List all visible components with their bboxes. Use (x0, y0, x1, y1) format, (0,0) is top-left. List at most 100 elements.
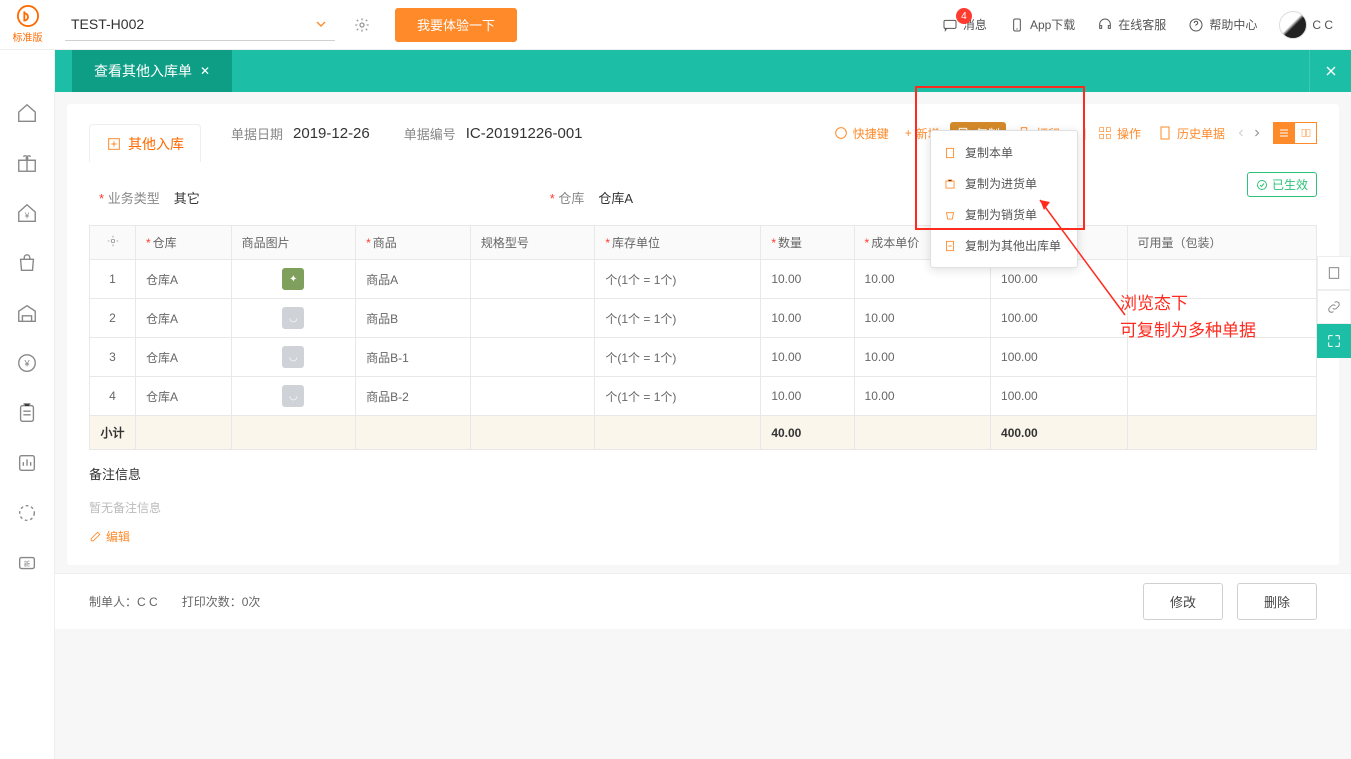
float-expand-button[interactable] (1317, 324, 1351, 358)
wh-label: 仓库 (558, 191, 584, 206)
wallet-icon[interactable]: ¥ (16, 352, 38, 374)
history-button[interactable]: 历史单据 (1151, 122, 1231, 145)
remarks-title: 备注信息 (89, 464, 1317, 483)
gift-icon[interactable] (16, 152, 38, 174)
copy-this-doc[interactable]: 复制本单 (931, 137, 1077, 168)
col-gear[interactable] (90, 226, 136, 260)
view-toggle (1273, 122, 1317, 144)
check-circle-icon (1256, 179, 1268, 191)
table-row[interactable]: 2仓库A◡商品B个(1个 = 1个)10.0010.00100.00 (90, 299, 1317, 338)
tabs-bar: 首页 查看其他入库单 ✕ (0, 50, 1351, 92)
message-icon (942, 17, 958, 33)
app-download-link[interactable]: App下载 (1009, 16, 1075, 33)
logo[interactable]: 标准版 (0, 5, 55, 44)
product-thumb: ◡ (282, 346, 304, 368)
gear-icon (354, 17, 370, 33)
operations-button[interactable]: 操作 (1091, 122, 1147, 145)
list-icon (1278, 127, 1290, 139)
status-badge: 已生效 (1247, 172, 1317, 197)
operations-label: 操作 (1117, 125, 1141, 142)
company-name: TEST-H002 (71, 16, 144, 32)
copy-as-other-out[interactable]: 复制为其他出库单 (931, 230, 1077, 261)
edit-icon (89, 530, 102, 543)
card-icon (1300, 127, 1312, 139)
copy-as-sale[interactable]: 复制为销货单 (931, 199, 1077, 230)
table-row[interactable]: 1仓库A✦商品A个(1个 = 1个)10.0010.00100.00 (90, 260, 1317, 299)
remarks-empty: 暂无备注信息 (89, 499, 1317, 516)
col-spec: 规格型号 (470, 226, 594, 260)
prints-value: 0次 (242, 593, 261, 610)
try-button[interactable]: 我要体验一下 (395, 8, 517, 42)
col-qty: *数量 (761, 226, 854, 260)
chevron-left-icon[interactable] (1235, 127, 1247, 139)
modify-button[interactable]: 修改 (1143, 583, 1223, 620)
items-table: *仓库 商品图片 *商品 规格型号 *库存单位 *数量 *成本单价 *成本金额 … (89, 225, 1317, 450)
float-note-button[interactable] (1317, 256, 1351, 290)
sale-icon (943, 208, 957, 222)
keyboard-icon (833, 125, 849, 141)
mobile-icon (1009, 17, 1025, 33)
svg-text:¥: ¥ (23, 359, 30, 369)
table-row[interactable]: 4仓库A◡商品B-2个(1个 = 1个)10.0010.00100.00 (90, 377, 1317, 416)
clipboard-icon[interactable] (16, 402, 38, 424)
tabs-close-all[interactable] (1309, 50, 1351, 92)
wh-value: 仓库A (598, 188, 633, 207)
settings-button[interactable] (347, 17, 377, 33)
note-icon (1326, 265, 1342, 281)
list-view-button[interactable] (1273, 122, 1295, 144)
messages-link[interactable]: 消息 4 (942, 16, 987, 33)
loading-icon[interactable] (16, 502, 38, 524)
help-label: 帮助中心 (1209, 16, 1257, 33)
float-link-button[interactable] (1317, 290, 1351, 324)
user-name: C C (1312, 18, 1333, 32)
col-product: *商品 (356, 226, 471, 260)
chevron-down-icon (313, 16, 329, 32)
warehouse-icon[interactable] (16, 302, 38, 324)
logo-text: 标准版 (13, 29, 43, 44)
remarks-section: 备注信息 暂无备注信息 编辑 (89, 464, 1317, 545)
tab-detail[interactable]: 查看其他入库单 ✕ (72, 50, 232, 92)
product-thumb: ✦ (282, 268, 304, 290)
new-icon[interactable]: 新 (16, 552, 38, 574)
history-label: 历史单据 (1177, 125, 1225, 142)
card-view-button[interactable] (1295, 122, 1317, 144)
copy-dropdown: 复制本单 复制为进货单 复制为销货单 复制为其他出库单 (930, 130, 1078, 268)
user-menu[interactable]: C C (1279, 11, 1333, 39)
outbound-icon (943, 239, 957, 253)
shortcut-label: 快捷键 (853, 125, 889, 142)
document-footer: 制单人： C C 打印次数： 0次 修改 删除 (55, 573, 1351, 629)
dd-label: 复制为进货单 (965, 175, 1037, 192)
creator-label: 制单人： (89, 593, 137, 610)
product-thumb: ◡ (282, 307, 304, 329)
document-type-tab[interactable]: 其他入库 (89, 124, 201, 162)
doc-no-label: 单据编号 (404, 124, 456, 143)
document-meta: 单据日期 2019-12-26 单据编号 IC-20191226-001 (231, 124, 583, 143)
copy-as-purchase[interactable]: 复制为进货单 (931, 168, 1077, 199)
help-link[interactable]: 帮助中心 (1188, 16, 1257, 33)
chevron-right-icon[interactable] (1251, 127, 1263, 139)
company-select[interactable]: TEST-H002 (65, 9, 335, 41)
edit-remarks-button[interactable]: 编辑 (89, 528, 1317, 545)
prints-label: 打印次数： (182, 593, 242, 610)
date-value: 2019-12-26 (293, 125, 370, 142)
doc-no-value: IC-20191226-001 (466, 125, 583, 142)
biztype-value: 其它 (174, 188, 200, 207)
table-row[interactable]: 3仓库A◡商品B-1个(1个 = 1个)10.0010.00100.00 (90, 338, 1317, 377)
shortcut-button[interactable]: 快捷键 (827, 122, 895, 145)
expand-icon (1326, 333, 1342, 349)
svg-text:¥: ¥ (24, 212, 30, 221)
bag-icon[interactable] (16, 252, 38, 274)
document-icon (1157, 125, 1173, 141)
customer-service-link[interactable]: 在线客服 (1097, 16, 1166, 33)
tab-close-icon[interactable]: ✕ (200, 64, 210, 78)
svg-text:新: 新 (24, 559, 31, 568)
plus-icon: + (905, 126, 912, 140)
report-icon[interactable] (16, 452, 38, 474)
gear-icon (106, 234, 120, 248)
house-money-icon[interactable]: ¥ (16, 202, 38, 224)
delete-button[interactable]: 删除 (1237, 583, 1317, 620)
col-image: 商品图片 (231, 226, 355, 260)
close-icon (1323, 63, 1339, 79)
creator-value: C C (137, 595, 158, 609)
home-icon[interactable] (16, 102, 38, 124)
